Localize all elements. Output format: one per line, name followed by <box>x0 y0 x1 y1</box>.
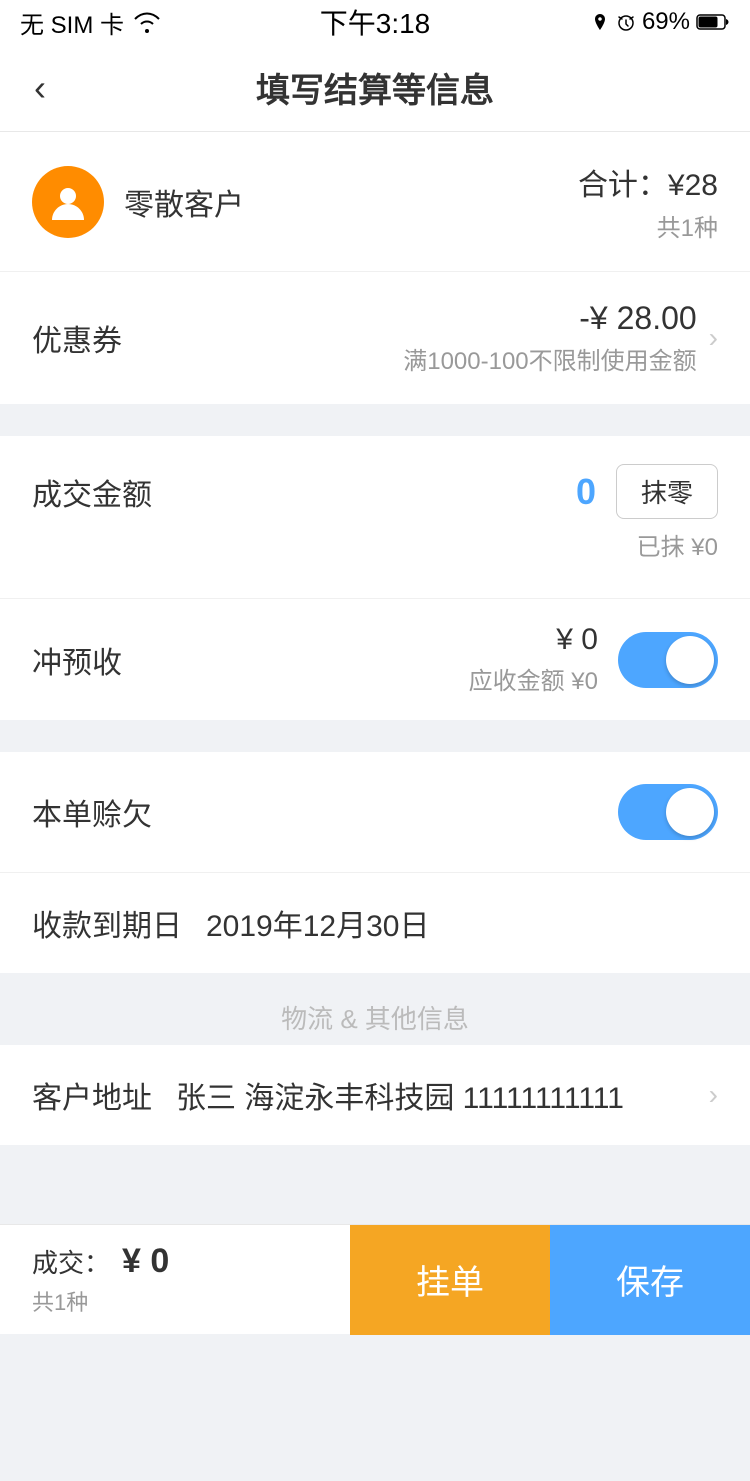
status-bar-time: 下午3:18 <box>320 2 431 42</box>
address-label: 客户地址 <box>32 1073 152 1117</box>
prepay-toggle[interactable] <box>618 632 718 688</box>
coupon-right: -¥ 28.00 满1000-100不限制使用金额 › <box>403 300 718 376</box>
location-icon <box>590 12 610 32</box>
due-date-row: 收款到期日 2019年12月30日 <box>32 901 718 945</box>
customer-avatar <box>32 166 104 238</box>
divider-1 <box>0 420 750 436</box>
prepay-receivable: 应收金额 ¥0 <box>469 661 598 696</box>
prepay-row: 冲预收 ¥ 0 应收金额 ¥0 <box>0 598 750 720</box>
amount-right: 0 抹零 <box>576 464 718 519</box>
person-icon <box>46 180 90 224</box>
alarm-icon <box>616 12 636 32</box>
debt-label: 本单赊欠 <box>32 790 152 834</box>
due-date-value[interactable]: 2019年12月30日 <box>206 901 429 945</box>
toggle-knob <box>666 636 714 684</box>
customer-card: 零散客户 合计：¥28 共1种 优惠券 -¥ 28.00 满1000-100不限… <box>0 132 750 404</box>
customer-left: 零散客户 <box>32 166 244 238</box>
prepay-right: ¥ 0 应收金额 ¥0 <box>469 623 718 696</box>
battery-text: 69% <box>642 8 690 36</box>
address-chevron-icon: › <box>709 1079 718 1111</box>
round-zero-button[interactable]: 抹零 <box>616 464 718 519</box>
amount-section: 成交金额 0 抹零 已抹 ¥0 <box>0 436 750 598</box>
debt-card: 本单赊欠 收款到期日 2019年12月30日 <box>0 752 750 973</box>
battery-icon <box>696 13 730 31</box>
customer-name: 零散客户 <box>124 180 244 224</box>
debt-toggle-knob <box>666 788 714 836</box>
due-date-label: 收款到期日 <box>32 901 182 945</box>
coupon-info: -¥ 28.00 满1000-100不限制使用金额 <box>403 300 696 376</box>
amount-sub: 已抹 ¥0 <box>32 527 718 582</box>
address-card: 客户地址 张三 海淀永丰科技园 11111111111 › <box>0 1045 750 1145</box>
prepay-amount: ¥ 0 <box>469 623 598 657</box>
bottom-summary-top: 成交： ¥ 0 <box>32 1242 318 1281</box>
debt-section: 本单赊欠 <box>0 752 750 872</box>
status-bar-left: 无 SIM 卡 <box>20 5 162 40</box>
coupon-row[interactable]: 优惠券 -¥ 28.00 满1000-100不限制使用金额 › <box>0 271 750 404</box>
total-count: 共1种 <box>578 208 718 243</box>
bottom-bar: 成交： ¥ 0 共1种 挂单 保存 <box>0 1224 750 1334</box>
amount-card: 成交金额 0 抹零 已抹 ¥0 冲预收 ¥ 0 应收金额 ¥0 <box>0 436 750 720</box>
bottom-summary-amount: ¥ 0 <box>122 1242 169 1281</box>
amount-label: 成交金额 <box>32 470 152 514</box>
customer-right: 合计：¥28 共1种 <box>578 160 718 243</box>
status-bar: 无 SIM 卡 下午3:18 69% <box>0 0 750 44</box>
hold-button[interactable]: 挂单 <box>350 1225 550 1335</box>
due-date-section: 收款到期日 2019年12月30日 <box>0 872 750 973</box>
coupon-label: 优惠券 <box>32 316 122 360</box>
bottom-summary-count: 共1种 <box>32 1285 318 1317</box>
logistics-divider: 物流 & 其他信息 <box>0 989 750 1045</box>
divider-2 <box>0 736 750 752</box>
prepay-label: 冲预收 <box>32 638 122 682</box>
address-value: 张三 海淀永丰科技园 11111111111 <box>176 1073 709 1117</box>
bottom-summary-label: 成交： <box>32 1243 110 1280</box>
customer-row: 零散客户 合计：¥28 共1种 <box>0 132 750 271</box>
nav-bar: ‹ 填写结算等信息 <box>0 44 750 132</box>
coupon-desc: 满1000-100不限制使用金额 <box>403 341 696 376</box>
wifi-icon <box>132 11 162 33</box>
amount-value[interactable]: 0 <box>576 471 596 513</box>
page-title: 填写结算等信息 <box>256 63 494 112</box>
logistics-label: 物流 & 其他信息 <box>281 999 469 1036</box>
address-section[interactable]: 客户地址 张三 海淀永丰科技园 11111111111 › <box>0 1045 750 1145</box>
debt-toggle[interactable] <box>618 784 718 840</box>
chevron-right-icon: › <box>709 322 718 354</box>
coupon-discount: -¥ 28.00 <box>403 300 696 337</box>
total-price: 合计：¥28 <box>578 160 718 204</box>
carrier-text: 无 SIM 卡 <box>20 5 124 40</box>
bottom-summary: 成交： ¥ 0 共1种 <box>0 1242 350 1317</box>
back-button[interactable]: ‹ <box>24 57 56 119</box>
save-button[interactable]: 保存 <box>550 1225 750 1335</box>
prepay-info: ¥ 0 应收金额 ¥0 <box>469 623 598 696</box>
status-bar-right: 69% <box>590 8 730 36</box>
amount-row: 成交金额 0 抹零 <box>32 464 718 519</box>
bottom-buttons: 挂单 保存 <box>350 1225 750 1335</box>
